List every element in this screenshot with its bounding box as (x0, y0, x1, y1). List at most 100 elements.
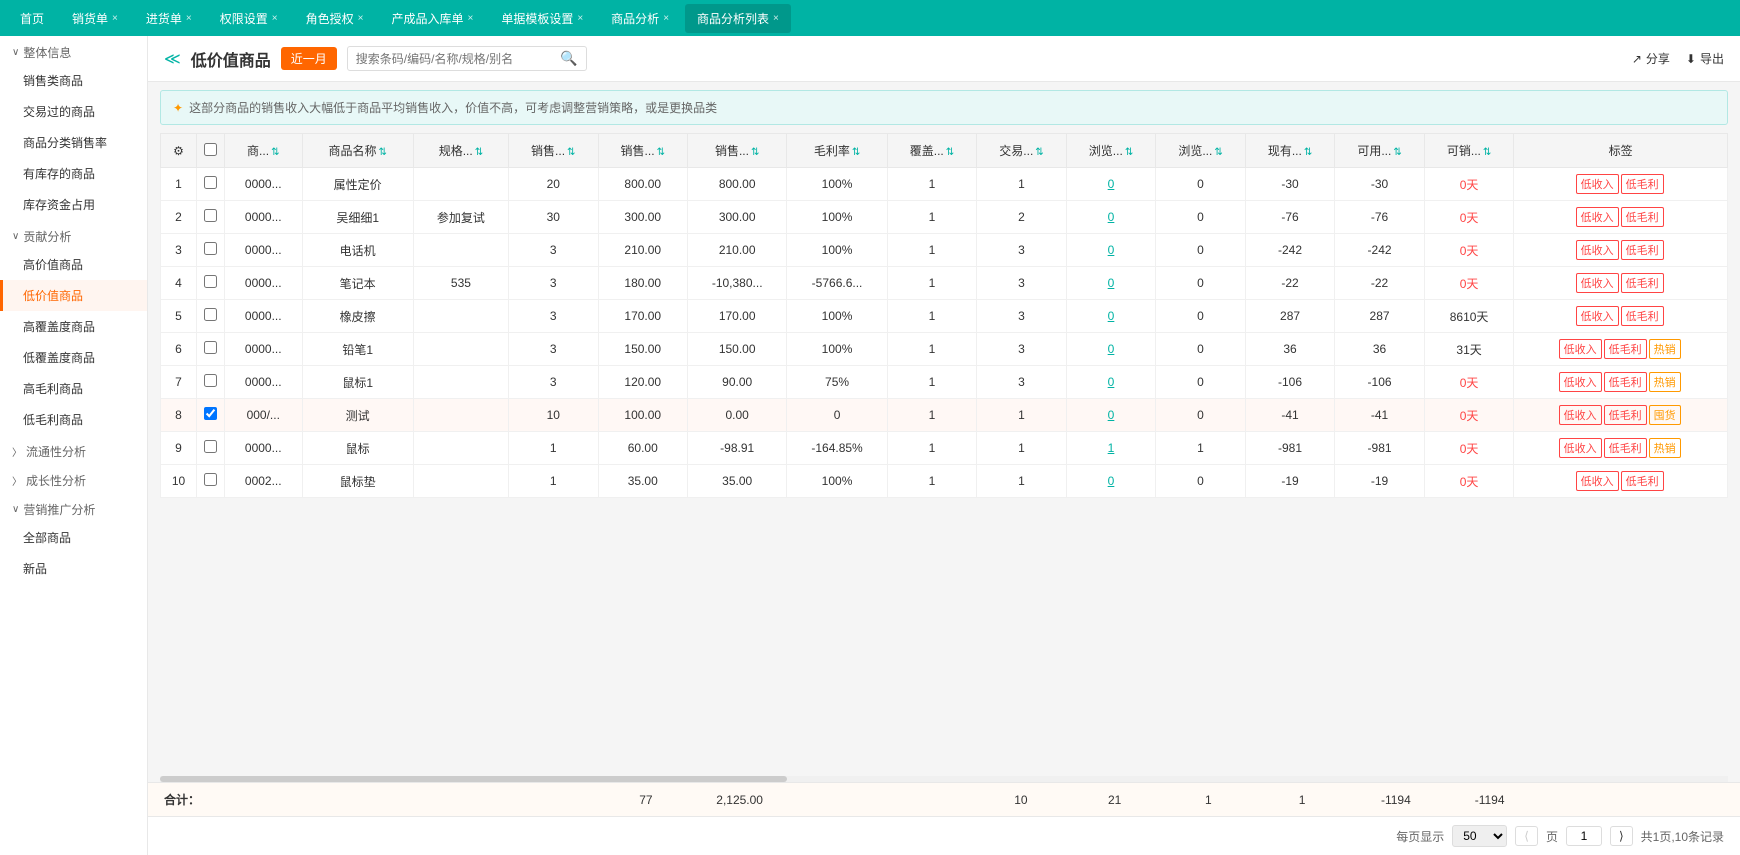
row-checkbox-cell[interactable] (197, 465, 225, 498)
spec-column-header[interactable]: 规格...⇅ (413, 134, 508, 168)
sidebar-item-high-margin[interactable]: 高毛利商品 (0, 373, 147, 404)
search-input[interactable] (356, 52, 555, 66)
view-link[interactable]: 0 (1108, 309, 1115, 323)
sidebar-item-stock-fund[interactable]: 库存资金占用 (0, 189, 147, 220)
view-count[interactable]: 0 (1066, 168, 1156, 201)
cover-column-header[interactable]: 覆盖...⇅ (887, 134, 977, 168)
share-button[interactable]: ↗ 分享 (1632, 50, 1670, 67)
checkbox-column-header[interactable] (197, 134, 225, 168)
sidebar-item-low-value[interactable]: 低价值商品 (0, 280, 147, 311)
sales3-column-header[interactable]: 销售...⇅ (688, 134, 787, 168)
next-page-button[interactable]: ⟩ (1610, 826, 1633, 846)
row-checkbox-cell[interactable] (197, 399, 225, 432)
view-link[interactable]: 1 (1108, 441, 1115, 455)
row-checkbox-cell[interactable] (197, 234, 225, 267)
view2-column-header[interactable]: 浏览...⇅ (1156, 134, 1246, 168)
row-checkbox-cell[interactable] (197, 300, 225, 333)
view-count[interactable]: 0 (1066, 366, 1156, 399)
settings-column-header[interactable]: ⚙ (161, 134, 197, 168)
stock3-column-header[interactable]: 可销...⇅ (1424, 134, 1514, 168)
row-checkbox[interactable] (204, 374, 217, 387)
view-link[interactable]: 0 (1108, 177, 1115, 191)
nav-template-settings[interactable]: 单据模板设置 × (489, 4, 595, 33)
nav-close-icon[interactable]: × (272, 13, 278, 24)
nav-role-auth[interactable]: 角色授权 × (294, 4, 376, 33)
sidebar-item-new-products[interactable]: 新品 (0, 553, 147, 584)
table-container[interactable]: ⚙ 商...⇅ 商品名称⇅ 规格...⇅ 销售...⇅ 销售...⇅ 销售...… (148, 133, 1740, 776)
sidebar-item-sales-products[interactable]: 销售类商品 (0, 65, 147, 96)
row-checkbox[interactable] (204, 440, 217, 453)
nav-product-analysis-list[interactable]: 商品分析列表 × (685, 4, 791, 33)
row-checkbox-cell[interactable] (197, 168, 225, 201)
view-link[interactable]: 0 (1108, 210, 1115, 224)
sidebar-item-stocked-products[interactable]: 有库存的商品 (0, 158, 147, 189)
nav-close-icon[interactable]: × (577, 13, 583, 24)
code-column-header[interactable]: 商...⇅ (225, 134, 303, 168)
row-checkbox-cell[interactable] (197, 201, 225, 234)
view-count[interactable]: 0 (1066, 300, 1156, 333)
export-button[interactable]: ⬇ 导出 (1686, 50, 1724, 67)
view-count[interactable]: 0 (1066, 465, 1156, 498)
sales2-column-header[interactable]: 销售...⇅ (598, 134, 688, 168)
sidebar-item-traded-products[interactable]: 交易过的商品 (0, 96, 147, 127)
sidebar-item-all-products[interactable]: 全部商品 (0, 522, 147, 553)
row-checkbox-cell[interactable] (197, 267, 225, 300)
sidebar-item-high-value[interactable]: 高价值商品 (0, 249, 147, 280)
view-link[interactable]: 0 (1108, 276, 1115, 290)
trade-column-header[interactable]: 交易...⇅ (977, 134, 1067, 168)
nav-close-icon[interactable]: × (467, 13, 473, 24)
nav-close-icon[interactable]: × (773, 13, 779, 24)
view-count[interactable]: 1 (1066, 432, 1156, 465)
nav-permission[interactable]: 权限设置 × (208, 4, 290, 33)
sidebar-item-low-coverage[interactable]: 低覆盖度商品 (0, 342, 147, 373)
nav-close-icon[interactable]: × (358, 13, 364, 24)
view-count[interactable]: 0 (1066, 333, 1156, 366)
stock1-column-header[interactable]: 现有...⇅ (1245, 134, 1335, 168)
nav-sales-order[interactable]: 销货单 × (60, 4, 130, 33)
row-checkbox[interactable] (204, 341, 217, 354)
stock2-column-header[interactable]: 可用...⇅ (1335, 134, 1425, 168)
row-checkbox-cell[interactable] (197, 432, 225, 465)
date-filter-button[interactable]: 近一月 (281, 47, 337, 70)
view-count[interactable]: 0 (1066, 267, 1156, 300)
sidebar-group-growth[interactable]: 〉 成长性分析 (0, 464, 147, 493)
row-checkbox[interactable] (204, 176, 217, 189)
nav-close-icon[interactable]: × (112, 13, 118, 24)
sidebar-collapse-button[interactable]: ≪ (164, 49, 181, 69)
view-link[interactable]: 0 (1108, 408, 1115, 422)
sidebar-item-category-sales-rate[interactable]: 商品分类销售率 (0, 127, 147, 158)
row-checkbox[interactable] (204, 275, 217, 288)
nav-purchase-order[interactable]: 进货单 × (134, 4, 204, 33)
view-count[interactable]: 0 (1066, 201, 1156, 234)
nav-close-icon[interactable]: × (663, 13, 669, 24)
sidebar-item-low-margin[interactable]: 低毛利商品 (0, 404, 147, 435)
view-link[interactable]: 0 (1108, 243, 1115, 257)
view-count[interactable]: 0 (1066, 399, 1156, 432)
view-link[interactable]: 0 (1108, 474, 1115, 488)
sidebar-group-circulation[interactable]: 〉 流通性分析 (0, 435, 147, 464)
view1-column-header[interactable]: 浏览...⇅ (1066, 134, 1156, 168)
sidebar-group-marketing[interactable]: ∨ 营销推广分析 (0, 493, 147, 522)
row-checkbox-cell[interactable] (197, 366, 225, 399)
row-checkbox[interactable] (204, 473, 217, 486)
select-all-checkbox[interactable] (204, 143, 217, 156)
sidebar-item-high-coverage[interactable]: 高覆盖度商品 (0, 311, 147, 342)
view-count[interactable]: 0 (1066, 234, 1156, 267)
nav-product-inbound[interactable]: 产成品入库单 × (379, 4, 485, 33)
name-column-header[interactable]: 商品名称⇅ (302, 134, 413, 168)
row-checkbox[interactable] (204, 209, 217, 222)
row-checkbox[interactable] (204, 242, 217, 255)
page-size-select[interactable]: 50 100 200 (1452, 825, 1507, 847)
nav-home[interactable]: 首页 (8, 4, 56, 33)
sales1-column-header[interactable]: 销售...⇅ (508, 134, 598, 168)
first-page-button[interactable]: ⟨ (1515, 826, 1538, 846)
view-link[interactable]: 0 (1108, 342, 1115, 356)
nav-close-icon[interactable]: × (186, 13, 192, 24)
row-checkbox-cell[interactable] (197, 333, 225, 366)
sidebar-group-contribution[interactable]: ∨ 贡献分析 (0, 220, 147, 249)
search-icon[interactable]: 🔍 (560, 50, 577, 67)
row-checkbox[interactable] (204, 407, 217, 420)
row-checkbox[interactable] (204, 308, 217, 321)
page-number-input[interactable] (1566, 826, 1602, 846)
sidebar-group-overview[interactable]: ∨ 整体信息 (0, 36, 147, 65)
